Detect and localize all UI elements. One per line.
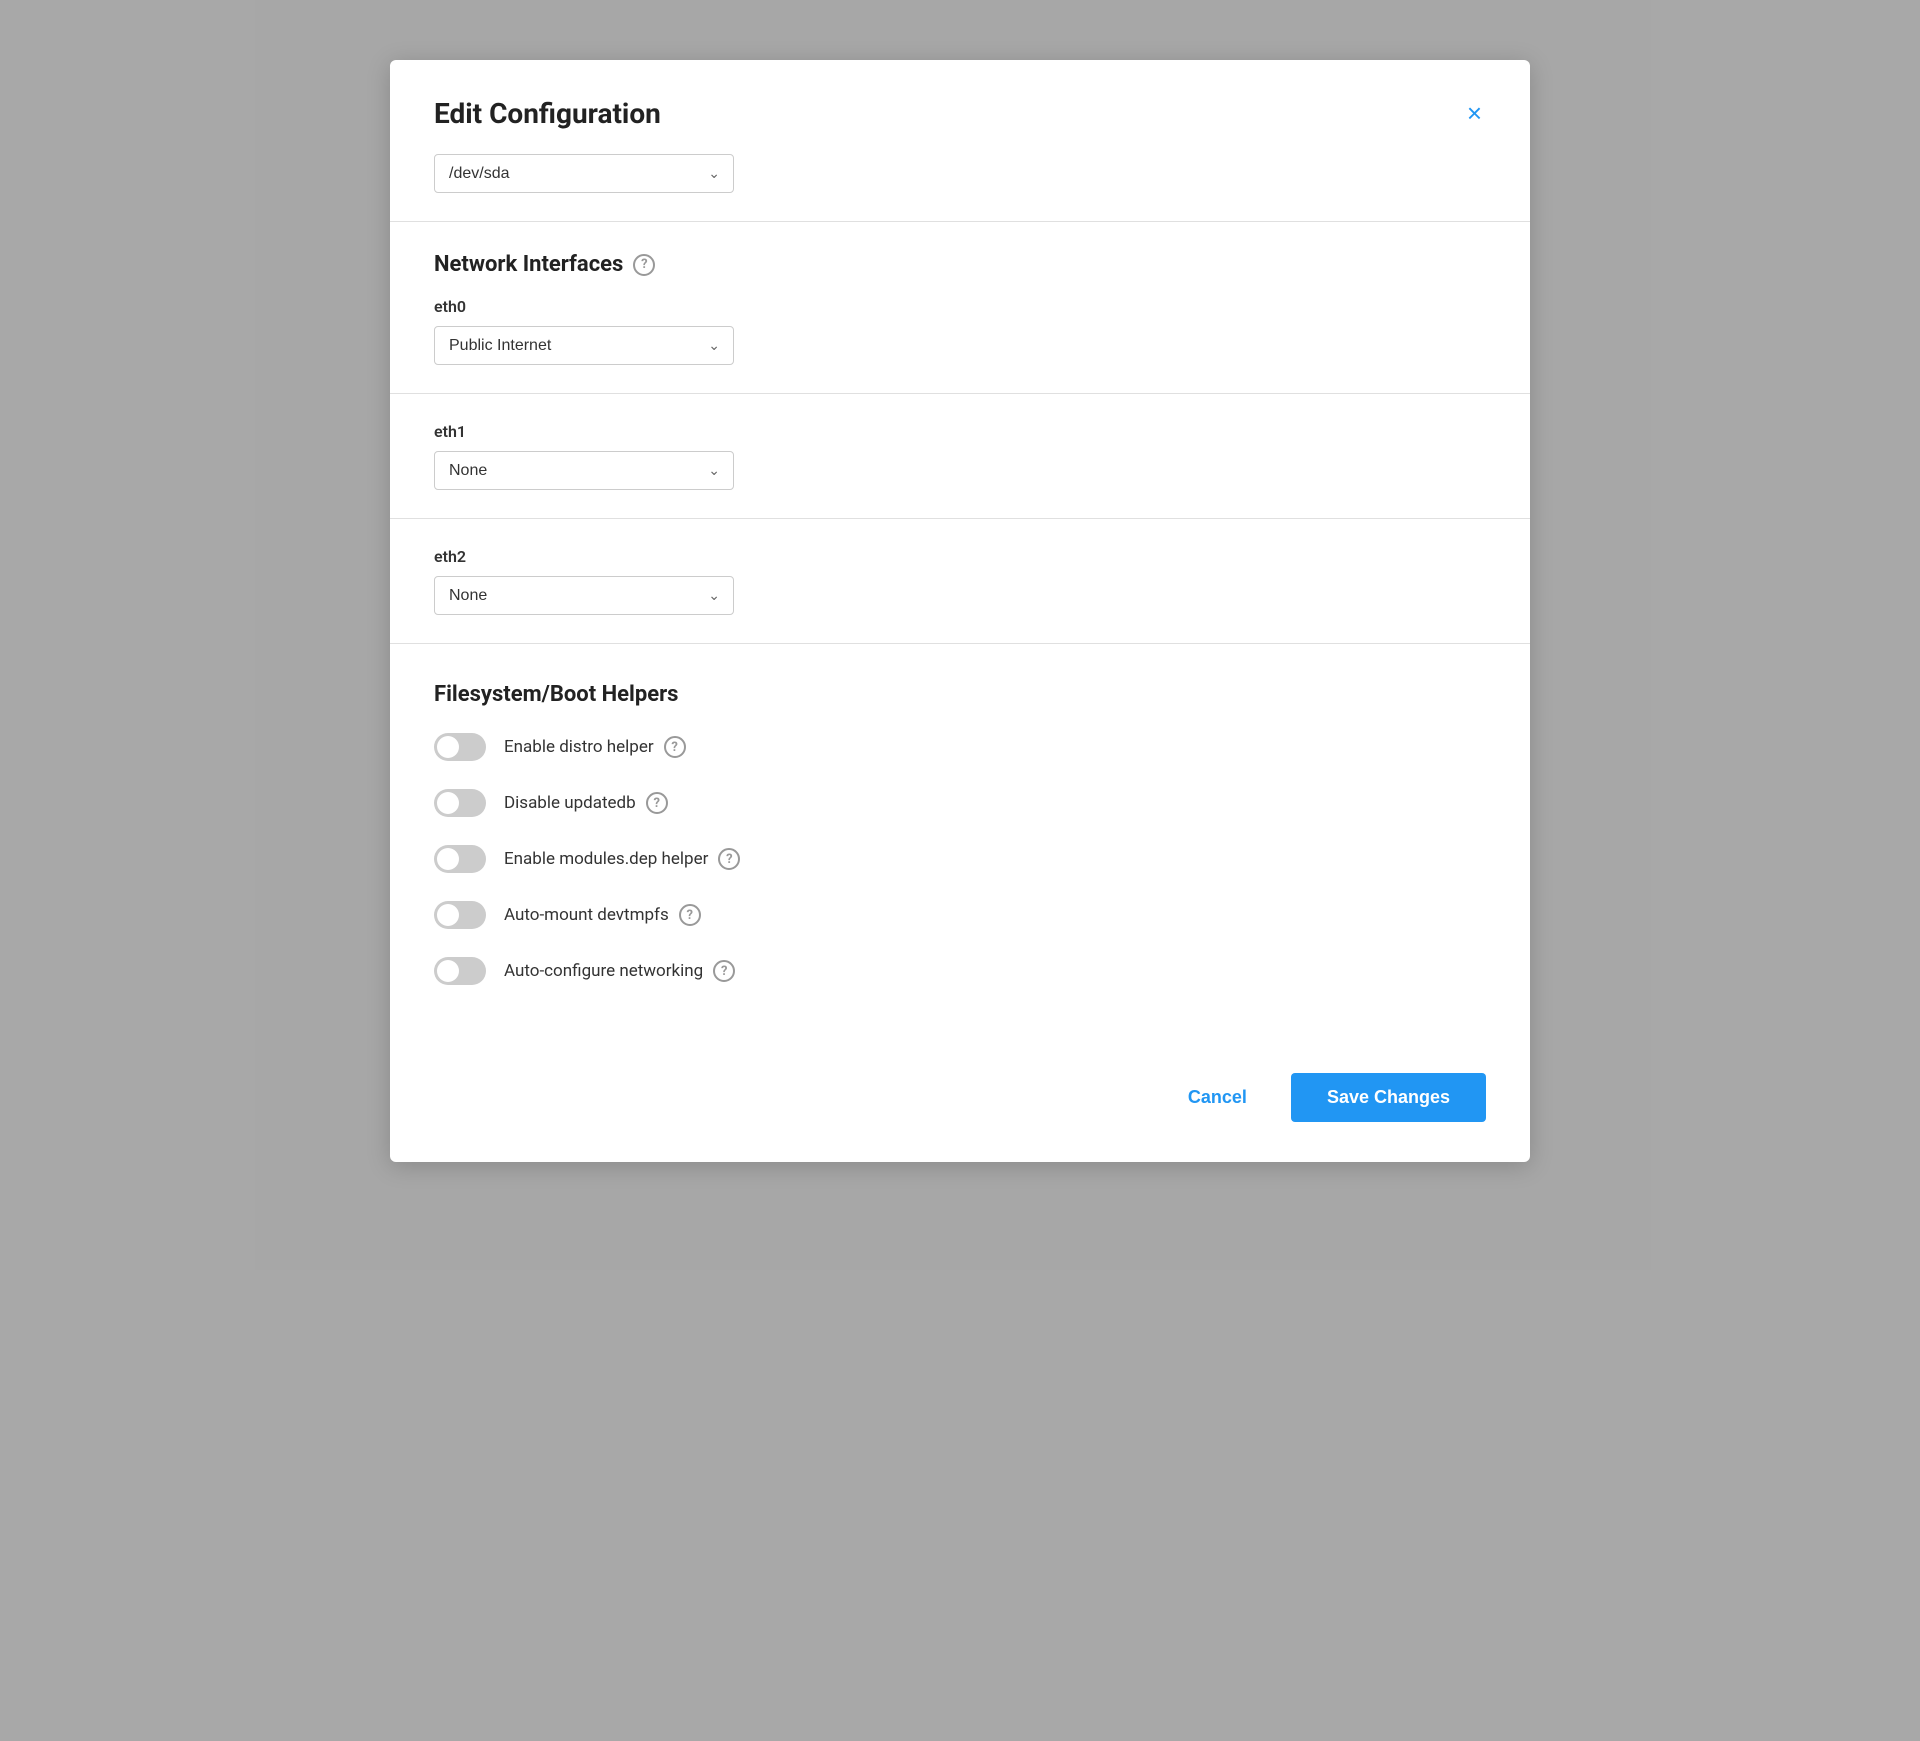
auto-mount-devtmpfs-slider bbox=[434, 901, 486, 929]
network-interfaces-title: Network Interfaces bbox=[434, 252, 623, 277]
enable-modules-dep-toggle[interactable] bbox=[434, 845, 486, 873]
modal-title: Edit Configuration bbox=[434, 97, 661, 130]
edit-configuration-modal: Edit Configuration × /dev/sda /dev/sdb /… bbox=[390, 60, 1530, 1162]
enable-modules-dep-label: Enable modules.dep helper ? bbox=[504, 848, 740, 870]
auto-mount-devtmpfs-label: Auto-mount devtmpfs ? bbox=[504, 904, 701, 926]
auto-mount-devtmpfs-row: Auto-mount devtmpfs ? bbox=[434, 901, 1486, 929]
modal-footer: Cancel Save Changes bbox=[390, 1043, 1530, 1162]
enable-modules-dep-row: Enable modules.dep helper ? bbox=[434, 845, 1486, 873]
filesystem-boot-helpers-section: Filesystem/Boot Helpers Enable distro he… bbox=[434, 672, 1486, 1043]
auto-mount-devtmpfs-toggle[interactable] bbox=[434, 901, 486, 929]
enable-distro-helper-label: Enable distro helper ? bbox=[504, 736, 686, 758]
modal-header: Edit Configuration × bbox=[390, 60, 1530, 154]
enable-modules-dep-slider bbox=[434, 845, 486, 873]
eth0-divider bbox=[390, 393, 1530, 394]
auto-configure-networking-label: Auto-configure networking ? bbox=[504, 960, 735, 982]
save-changes-button[interactable]: Save Changes bbox=[1291, 1073, 1486, 1122]
disable-updatedb-slider bbox=[434, 789, 486, 817]
disable-updatedb-row: Disable updatedb ? bbox=[434, 789, 1486, 817]
network-interfaces-help-icon[interactable]: ? bbox=[633, 254, 655, 276]
enable-distro-helper-help-icon[interactable]: ? bbox=[664, 736, 686, 758]
eth1-label: eth1 bbox=[434, 422, 1486, 441]
device-select-row: /dev/sda /dev/sdb /dev/sdc ⌄ bbox=[434, 154, 1486, 221]
cancel-button[interactable]: Cancel bbox=[1168, 1075, 1267, 1120]
filesystem-boot-helpers-title: Filesystem/Boot Helpers bbox=[434, 682, 1486, 707]
enable-distro-helper-row: Enable distro helper ? bbox=[434, 733, 1486, 761]
eth0-select-wrapper: Public Internet None ⌄ bbox=[434, 326, 734, 365]
eth1-select[interactable]: None Public Internet bbox=[434, 451, 734, 490]
eth1-field-group: eth1 None Public Internet ⌄ bbox=[434, 422, 1486, 490]
network-interfaces-section: Network Interfaces ? eth0 Public Interne… bbox=[434, 222, 1486, 644]
eth2-select-wrapper: None Public Internet ⌄ bbox=[434, 576, 734, 615]
modal-overlay: Edit Configuration × /dev/sda /dev/sdb /… bbox=[0, 0, 1920, 1741]
disable-updatedb-toggle[interactable] bbox=[434, 789, 486, 817]
eth2-divider bbox=[390, 643, 1530, 644]
device-select-wrapper: /dev/sda /dev/sdb /dev/sdc ⌄ bbox=[434, 154, 734, 193]
disable-updatedb-help-icon[interactable]: ? bbox=[646, 792, 668, 814]
eth1-select-wrapper: None Public Internet ⌄ bbox=[434, 451, 734, 490]
auto-configure-networking-row: Auto-configure networking ? bbox=[434, 957, 1486, 985]
network-interfaces-title-row: Network Interfaces ? bbox=[434, 252, 1486, 277]
close-button[interactable]: × bbox=[1463, 96, 1486, 130]
device-select[interactable]: /dev/sda /dev/sdb /dev/sdc bbox=[434, 154, 734, 193]
eth2-field-group: eth2 None Public Internet ⌄ bbox=[434, 547, 1486, 615]
auto-configure-networking-help-icon[interactable]: ? bbox=[713, 960, 735, 982]
enable-distro-helper-slider bbox=[434, 733, 486, 761]
eth0-label: eth0 bbox=[434, 297, 1486, 316]
eth2-label: eth2 bbox=[434, 547, 1486, 566]
disable-updatedb-label: Disable updatedb ? bbox=[504, 792, 668, 814]
eth1-divider bbox=[390, 518, 1530, 519]
enable-distro-helper-toggle[interactable] bbox=[434, 733, 486, 761]
modal-body: /dev/sda /dev/sdb /dev/sdc ⌄ Network Int… bbox=[390, 154, 1530, 1043]
auto-mount-devtmpfs-help-icon[interactable]: ? bbox=[679, 904, 701, 926]
eth2-select[interactable]: None Public Internet bbox=[434, 576, 734, 615]
auto-configure-networking-slider bbox=[434, 957, 486, 985]
eth0-select[interactable]: Public Internet None bbox=[434, 326, 734, 365]
eth0-field-group: eth0 Public Internet None ⌄ bbox=[434, 297, 1486, 365]
enable-modules-dep-help-icon[interactable]: ? bbox=[718, 848, 740, 870]
auto-configure-networking-toggle[interactable] bbox=[434, 957, 486, 985]
